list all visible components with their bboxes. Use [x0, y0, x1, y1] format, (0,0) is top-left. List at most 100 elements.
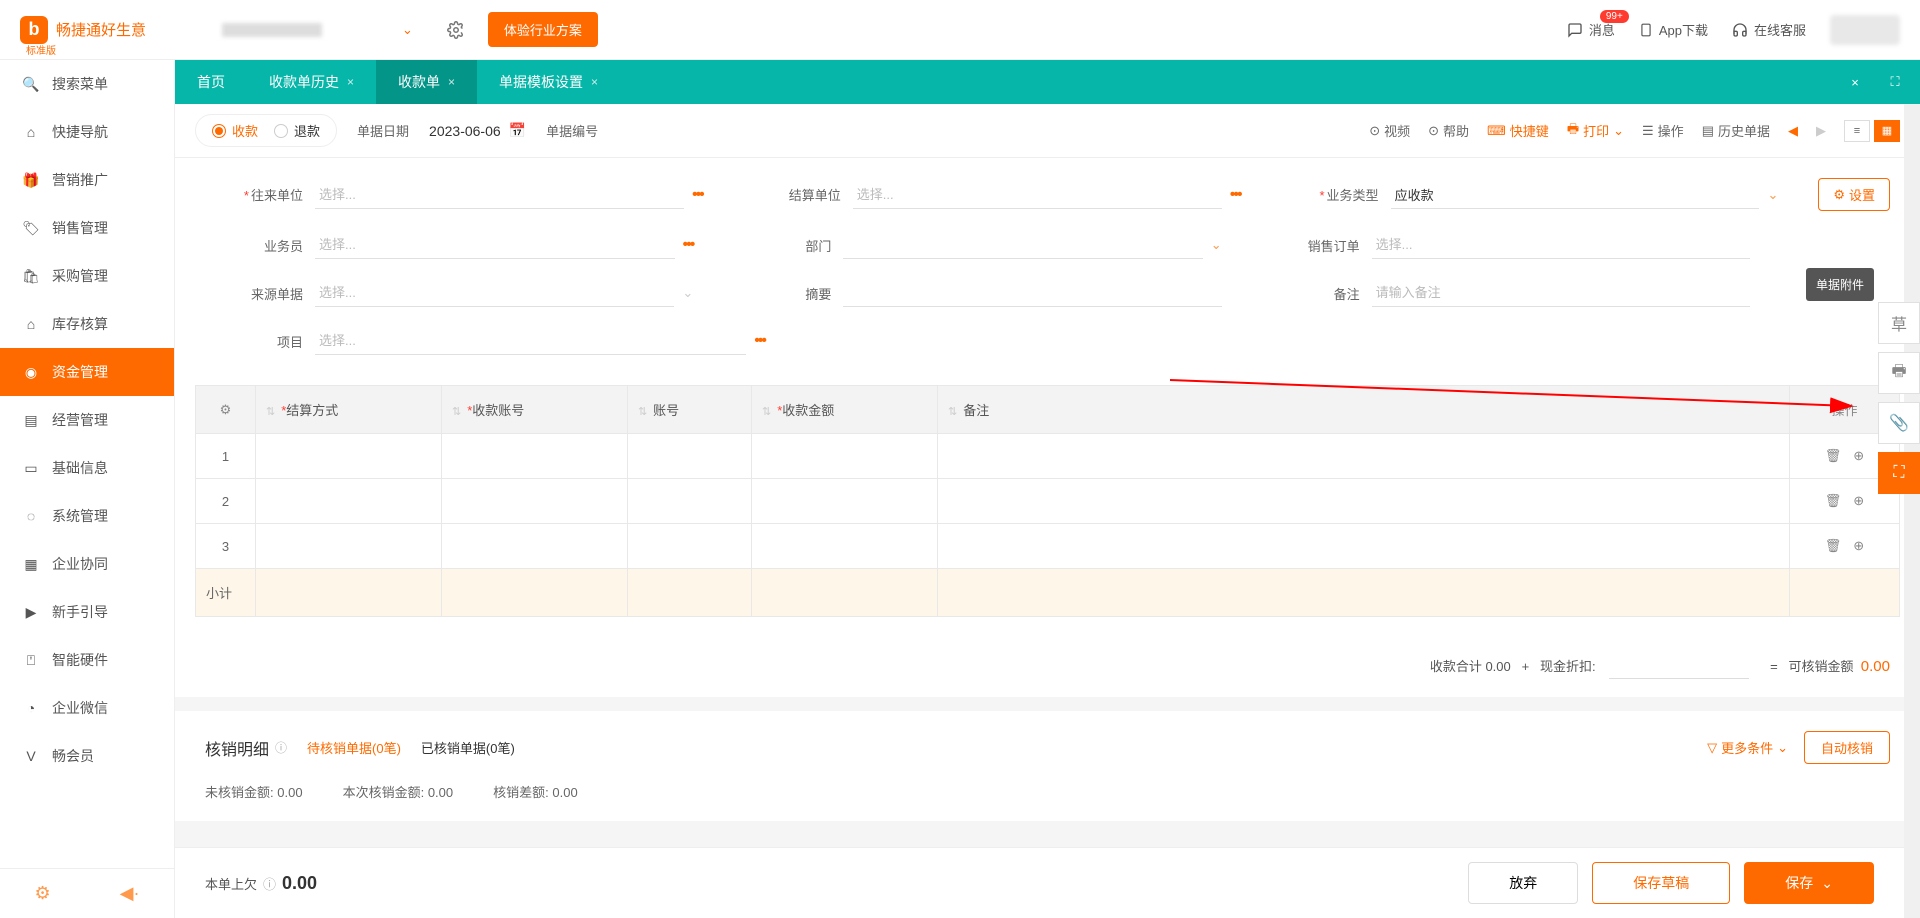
close-icon[interactable]: ×	[591, 75, 598, 89]
project-input[interactable]	[315, 327, 746, 355]
table-settings-header[interactable]: ⚙	[196, 386, 256, 434]
app-download-button[interactable]: App下载	[1639, 20, 1708, 39]
delete-icon[interactable]: 🗑	[1825, 493, 1842, 508]
header-right: 消息 99+ App下载 在线客服	[1567, 15, 1900, 45]
source-select[interactable]	[315, 279, 674, 307]
table-row[interactable]: 2🗑⊕	[196, 479, 1900, 524]
tab-receipt-history[interactable]: 收款单历史×	[247, 60, 376, 104]
prev-button[interactable]: ◀	[1788, 123, 1798, 139]
video-button[interactable]: ⊙视频	[1369, 121, 1410, 140]
more-filter-button[interactable]: ▽更多条件⌄	[1707, 731, 1788, 764]
biz-type-select[interactable]	[1391, 181, 1760, 209]
more-icon[interactable]: •••	[1230, 186, 1241, 204]
more-icon[interactable]: •••	[754, 332, 765, 350]
discount-input[interactable]	[1609, 655, 1749, 679]
settle-unit-input[interactable]	[853, 181, 1222, 209]
tab-template[interactable]: 单据模板设置×	[477, 60, 620, 104]
experience-button[interactable]: 体验行业方案	[488, 12, 598, 47]
print-button[interactable]: 🖶打印⌄	[1567, 120, 1624, 142]
add-icon[interactable]: ⊕	[1853, 538, 1864, 553]
detail-table: ⚙ ⇅*结算方式 ⇅*收款账号 ⇅账号 ⇅*收款金额 ⇅备注 操作 1🗑⊕ 2🗑…	[195, 385, 1900, 617]
add-icon[interactable]: ⊕	[1853, 448, 1864, 463]
th-account[interactable]: ⇅*收款账号	[441, 386, 627, 434]
summary-input[interactable]	[843, 279, 1221, 307]
sidebar-item-vip[interactable]: V畅会员	[0, 732, 174, 780]
save-button[interactable]: 保存⌄	[1744, 862, 1874, 904]
remark-input[interactable]	[1372, 279, 1750, 307]
table-row[interactable]: 1🗑⊕	[196, 434, 1900, 479]
sales-order-input[interactable]	[1372, 231, 1750, 259]
salesman-input[interactable]	[315, 231, 675, 259]
tab-home[interactable]: 首页	[175, 60, 247, 104]
abandon-button[interactable]: 放弃	[1468, 862, 1578, 904]
shortcut-button[interactable]: ⌨快捷键	[1487, 121, 1549, 140]
add-icon[interactable]: ⊕	[1853, 493, 1864, 508]
sidebar-item-system[interactable]: ◌系统管理	[0, 492, 174, 540]
field-summary: 摘要	[733, 279, 1221, 307]
auto-writeoff-button[interactable]: 自动核销	[1804, 731, 1890, 764]
field-project: 项目 •••	[205, 327, 765, 355]
sidebar-item-inventory[interactable]: ⌂库存核算	[0, 300, 174, 348]
fullscreen-button[interactable]: ⛶	[1880, 67, 1910, 97]
sidebar-item-quicknav[interactable]: ⌂快捷导航	[0, 108, 174, 156]
table-row[interactable]: 3🗑⊕	[196, 524, 1900, 569]
sidebar-item-hardware[interactable]: ⍞智能硬件	[0, 636, 174, 684]
writeoff-tab-pending[interactable]: 待核销单据(0笔)	[307, 738, 401, 757]
th-settle-method[interactable]: ⇅*结算方式	[256, 386, 442, 434]
view-list-button[interactable]: ≡	[1844, 120, 1870, 142]
bottom-bar: 本单上欠 ⓘ 0.00 放弃 保存草稿 保存⌄	[175, 847, 1904, 918]
delete-icon[interactable]: 🗑	[1825, 538, 1842, 553]
sidebar-footer: ⚙ ◀·	[0, 868, 174, 918]
sidebar-item-marketing[interactable]: 🎁营销推广	[0, 156, 174, 204]
th-amount[interactable]: ⇅*收款金额	[751, 386, 937, 434]
org-selector[interactable]: ⌄	[205, 13, 430, 47]
sidebar-item-collab[interactable]: ▦企业协同	[0, 540, 174, 588]
close-icon[interactable]: ×	[448, 75, 455, 89]
close-all-button[interactable]: ×	[1840, 67, 1870, 97]
rail-expand-button[interactable]: ⛶	[1878, 452, 1920, 494]
partner-input[interactable]	[315, 181, 684, 209]
history-button[interactable]: ▤历史单据	[1702, 121, 1770, 140]
operate-button[interactable]: ☰操作	[1642, 121, 1684, 140]
rail-attachment-button[interactable]: 📎	[1878, 402, 1920, 444]
sidebar-item-purchase[interactable]: 🛍采购管理	[0, 252, 174, 300]
date-label: 单据日期	[357, 121, 409, 140]
rail-draft-button[interactable]: 草	[1878, 302, 1920, 344]
settings-icon[interactable]: ⚙	[35, 883, 51, 904]
info-icon[interactable]: ⓘ	[263, 874, 276, 893]
sidebar-item-guide[interactable]: ▶新手引导	[0, 588, 174, 636]
sidebar-item-basic[interactable]: ▭基础信息	[0, 444, 174, 492]
info-icon[interactable]: ⓘ	[275, 739, 287, 756]
date-picker[interactable]: 2023-06-06 📅	[429, 122, 526, 139]
radio-receive[interactable]: 收款	[212, 121, 258, 140]
dept-select[interactable]	[843, 231, 1202, 259]
home-icon: ⌂	[22, 123, 40, 141]
save-draft-button[interactable]: 保存草稿	[1592, 862, 1730, 904]
user-avatar[interactable]	[1830, 15, 1900, 45]
close-icon[interactable]: ×	[347, 75, 354, 89]
collapse-icon[interactable]: ◀·	[120, 883, 140, 904]
help-button[interactable]: ⊙帮助	[1428, 121, 1469, 140]
next-button[interactable]: ▶	[1816, 123, 1826, 139]
sidebar-item-sales[interactable]: 🏷销售管理	[0, 204, 174, 252]
writeoff-tab-done[interactable]: 已核销单据(0笔)	[421, 738, 515, 757]
delete-icon[interactable]: 🗑	[1825, 448, 1842, 463]
more-icon[interactable]: •••	[692, 186, 703, 204]
field-partner: *往来单位 •••	[205, 181, 703, 209]
message-badge: 99+	[1600, 10, 1629, 23]
org-settings-button[interactable]	[440, 14, 472, 46]
sidebar-item-operation[interactable]: ▤经营管理	[0, 396, 174, 444]
sidebar-item-wechat[interactable]: ◔企业微信	[0, 684, 174, 732]
th-remark[interactable]: ⇅备注	[938, 386, 1790, 434]
radio-refund[interactable]: 退款	[274, 121, 320, 140]
th-account-no[interactable]: ⇅账号	[627, 386, 751, 434]
tab-receipt[interactable]: 收款单×	[376, 60, 477, 104]
sidebar-item-search[interactable]: 🔍搜索菜单	[0, 60, 174, 108]
sidebar-item-finance[interactable]: ◉资金管理	[0, 348, 174, 396]
messages-button[interactable]: 消息 99+	[1567, 20, 1615, 39]
docno-label: 单据编号	[546, 121, 598, 140]
more-icon[interactable]: •••	[683, 236, 694, 254]
rail-print-button[interactable]: 🖶	[1878, 352, 1920, 394]
online-service-button[interactable]: 在线客服	[1732, 20, 1806, 39]
logo-subtitle: 标准版	[26, 42, 56, 57]
